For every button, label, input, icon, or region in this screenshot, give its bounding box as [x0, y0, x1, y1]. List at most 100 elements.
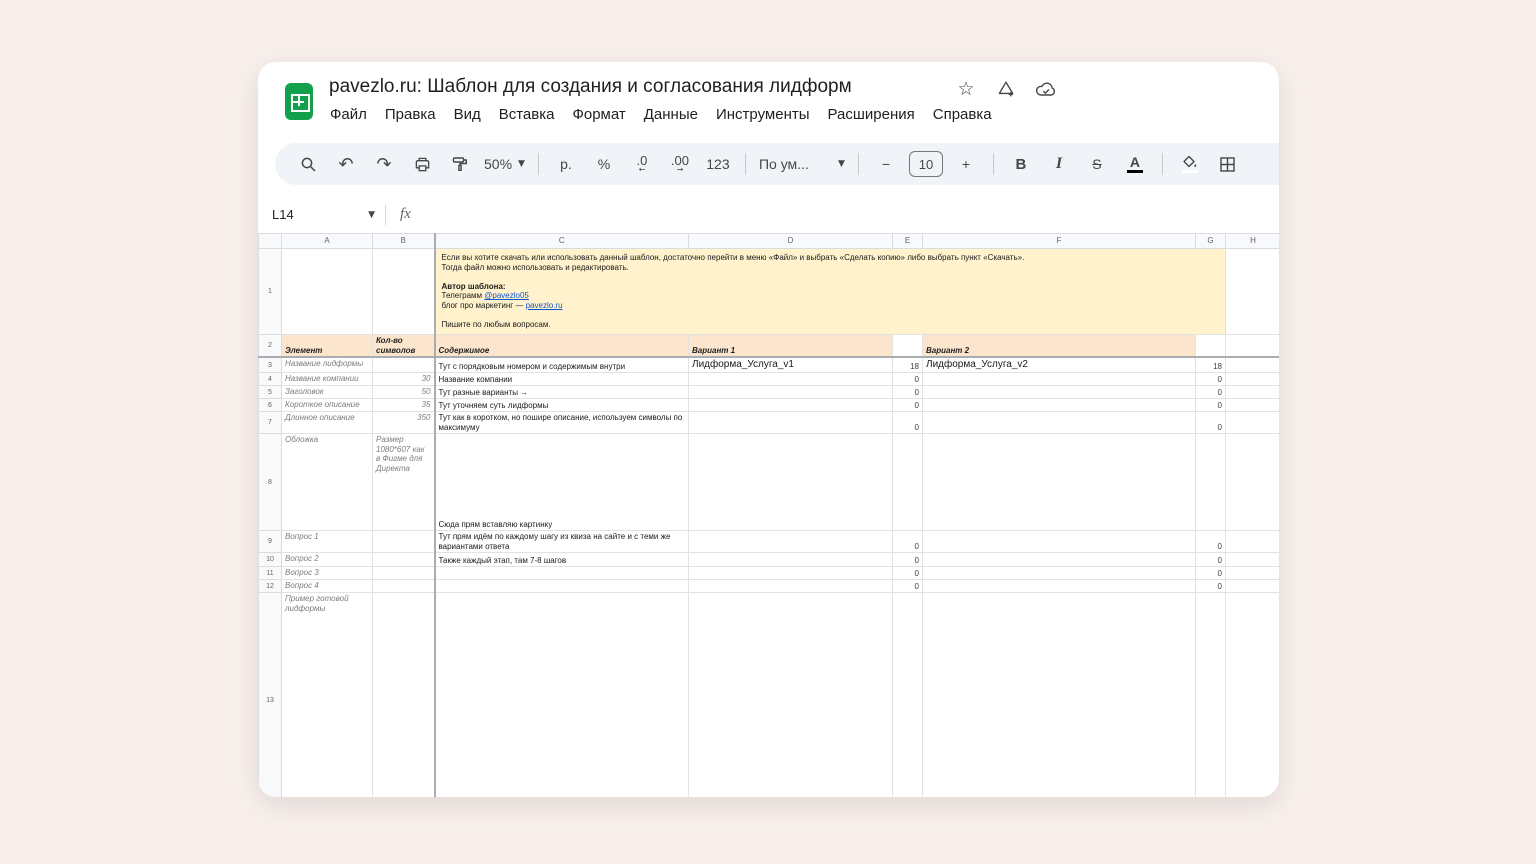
menu-data[interactable]: Данные — [635, 104, 707, 125]
column-header-C[interactable]: C — [435, 234, 689, 249]
cell-A1[interactable] — [282, 249, 373, 335]
cell-F6[interactable] — [923, 399, 1196, 412]
cell-B7[interactable]: 350 — [373, 412, 435, 434]
cell-A10[interactable]: Вопрос 2 — [282, 553, 373, 567]
cell-G3[interactable]: 18 — [1196, 357, 1226, 373]
menu-tools[interactable]: Инструменты — [707, 104, 819, 125]
cell-G12[interactable]: 0 — [1196, 580, 1226, 593]
blog-link[interactable]: pavezlo.ru — [526, 301, 563, 310]
cell-C5[interactable]: Тут разные варианты → — [435, 386, 689, 399]
more-formats-button[interactable]: 123 — [704, 150, 732, 178]
cell-A7[interactable]: Длинное описание — [282, 412, 373, 434]
cell-B12[interactable] — [373, 580, 435, 593]
cell-G9[interactable]: 0 — [1196, 531, 1226, 553]
cell-B6[interactable]: 35 — [373, 399, 435, 412]
cell-D2[interactable]: Вариант 1 — [689, 334, 893, 357]
cell-H3[interactable] — [1226, 357, 1280, 373]
menu-view[interactable]: Вид — [445, 104, 490, 125]
cell-F2[interactable]: Вариант 2 — [923, 334, 1196, 357]
column-header-D[interactable]: D — [689, 234, 893, 249]
zoom-select[interactable]: 50%▼ — [484, 150, 525, 178]
cell-C10[interactable]: Также каждый этап, там 7-8 шагов — [435, 553, 689, 567]
cell-A11[interactable]: Вопрос 3 — [282, 567, 373, 580]
cell-G6[interactable]: 0 — [1196, 399, 1226, 412]
menu-edit[interactable]: Правка — [376, 104, 445, 125]
column-header-G[interactable]: G — [1196, 234, 1226, 249]
cloud-saved-icon[interactable] — [1035, 78, 1057, 100]
cell-F12[interactable] — [923, 580, 1196, 593]
cell-F3[interactable]: Лидформа_Услуга_v2 — [923, 357, 1196, 373]
row-header-2[interactable]: 2 — [259, 334, 282, 357]
borders-button[interactable] — [1214, 150, 1242, 178]
cell-E6[interactable]: 0 — [893, 399, 923, 412]
cell-C2[interactable]: Содержимое — [435, 334, 689, 357]
cell-G8[interactable] — [1196, 434, 1226, 531]
cell-D7[interactable] — [689, 412, 893, 434]
row-header-4[interactable]: 4 — [259, 373, 282, 386]
cell-B1[interactable] — [373, 249, 435, 335]
cell-E8[interactable] — [893, 434, 923, 531]
row-header-8[interactable]: 8 — [259, 434, 282, 531]
column-header-F[interactable]: F — [923, 234, 1196, 249]
cell-C7[interactable]: Тут как в коротком, но пошире описание, … — [435, 412, 689, 434]
cell-E11[interactable]: 0 — [893, 567, 923, 580]
cell-A12[interactable]: Вопрос 4 — [282, 580, 373, 593]
cell-A8[interactable]: Обложка — [282, 434, 373, 531]
cell-E2[interactable] — [893, 334, 923, 357]
cell-E13[interactable] — [893, 593, 923, 797]
row-header-10[interactable]: 10 — [259, 553, 282, 567]
cell-G2[interactable] — [1196, 334, 1226, 357]
sheets-logo-icon[interactable] — [285, 83, 313, 120]
cell-H1[interactable] — [1226, 249, 1280, 335]
cell-info-block[interactable]: Если вы хотите скачать или использовать … — [435, 249, 1226, 335]
cell-F7[interactable] — [923, 412, 1196, 434]
cell-F8[interactable] — [923, 434, 1196, 531]
cell-C8[interactable]: Сюда прям вставляю картинку — [435, 434, 689, 531]
cell-A6[interactable]: Короткое описание — [282, 399, 373, 412]
cell-H4[interactable] — [1226, 373, 1280, 386]
cell-C13[interactable] — [435, 593, 689, 797]
cell-H7[interactable] — [1226, 412, 1280, 434]
font-size-input[interactable]: 10 — [909, 151, 943, 177]
cell-B9[interactable] — [373, 531, 435, 553]
cell-B13[interactable] — [373, 593, 435, 797]
cell-E9[interactable]: 0 — [893, 531, 923, 553]
cell-G10[interactable]: 0 — [1196, 553, 1226, 567]
print-icon[interactable] — [408, 150, 436, 178]
menu-format[interactable]: Формат — [563, 104, 634, 125]
paint-format-icon[interactable] — [446, 150, 474, 178]
cell-F11[interactable] — [923, 567, 1196, 580]
menu-help[interactable]: Справка — [924, 104, 1001, 125]
cell-F4[interactable] — [923, 373, 1196, 386]
row-header-3[interactable]: 3 — [259, 357, 282, 373]
column-header-H[interactable]: H — [1226, 234, 1280, 249]
text-color-button[interactable]: A — [1121, 150, 1149, 178]
font-select[interactable]: По ум...▼ — [759, 150, 845, 178]
row-header-5[interactable]: 5 — [259, 386, 282, 399]
cell-D10[interactable] — [689, 553, 893, 567]
cell-D11[interactable] — [689, 567, 893, 580]
column-header-E[interactable]: E — [893, 234, 923, 249]
cell-F13[interactable] — [923, 593, 1196, 797]
row-header-11[interactable]: 11 — [259, 567, 282, 580]
fill-color-button[interactable] — [1176, 150, 1204, 178]
column-header-B[interactable]: B — [373, 234, 435, 249]
cell-A5[interactable]: Заголовок — [282, 386, 373, 399]
cell-E10[interactable]: 0 — [893, 553, 923, 567]
increase-font-size-button[interactable]: + — [952, 150, 980, 178]
menu-file[interactable]: Файл — [321, 104, 376, 125]
row-header-7[interactable]: 7 — [259, 412, 282, 434]
cell-A2[interactable]: Элемент — [282, 334, 373, 357]
cell-A4[interactable]: Название компании — [282, 373, 373, 386]
cell-G13[interactable] — [1196, 593, 1226, 797]
cell-D13[interactable] — [689, 593, 893, 797]
row-header-9[interactable]: 9 — [259, 531, 282, 553]
telegram-link[interactable]: @pavezlo05 — [484, 291, 529, 300]
row-header-1[interactable]: 1 — [259, 249, 282, 335]
cell-E12[interactable]: 0 — [893, 580, 923, 593]
cell-D8[interactable] — [689, 434, 893, 531]
row-header-12[interactable]: 12 — [259, 580, 282, 593]
cell-B5[interactable]: 50 — [373, 386, 435, 399]
cell-D9[interactable] — [689, 531, 893, 553]
cell-H10[interactable] — [1226, 553, 1280, 567]
